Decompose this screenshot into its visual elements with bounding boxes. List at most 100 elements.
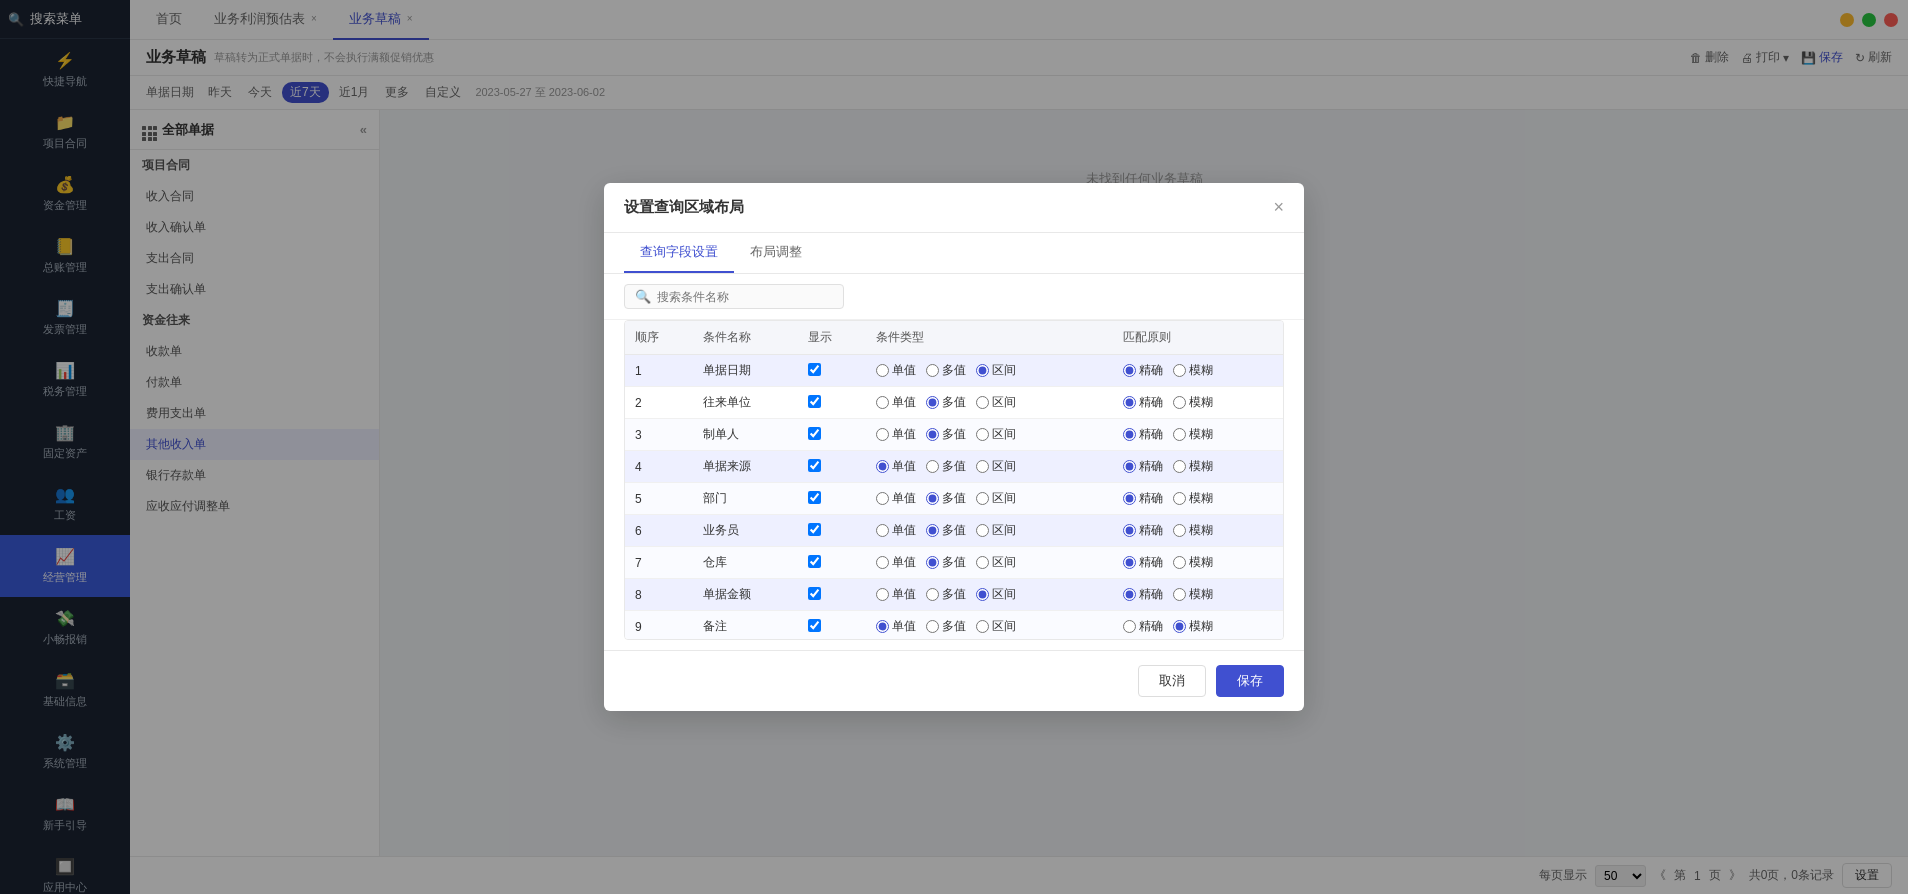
- show-checkbox-5[interactable]: [808, 491, 821, 504]
- cell-show-2[interactable]: [798, 387, 866, 419]
- cell-show-5[interactable]: [798, 483, 866, 515]
- cell-match-2[interactable]: 精确模糊: [1113, 387, 1283, 419]
- cell-type-1[interactable]: 单值多值区间: [866, 355, 1113, 387]
- type-radio-1-单值[interactable]: 单值: [876, 362, 916, 379]
- type-radio-5-区间[interactable]: 区间: [976, 490, 1016, 507]
- type-radio-8-多值[interactable]: 多值: [926, 586, 966, 603]
- match-radio-6-精确[interactable]: 精确: [1123, 522, 1163, 539]
- type-radio-9-区间[interactable]: 区间: [976, 618, 1016, 635]
- cancel-button[interactable]: 取消: [1138, 665, 1206, 697]
- cell-match-6[interactable]: 精确模糊: [1113, 515, 1283, 547]
- cell-type-3[interactable]: 单值多值区间: [866, 419, 1113, 451]
- show-checkbox-7[interactable]: [808, 555, 821, 568]
- type-radio-7-单值[interactable]: 单值: [876, 554, 916, 571]
- match-radio-6-模糊[interactable]: 模糊: [1173, 522, 1213, 539]
- cell-match-9[interactable]: 精确模糊: [1113, 611, 1283, 641]
- cell-seq-5: 5: [625, 483, 693, 515]
- cell-match-3[interactable]: 精确模糊: [1113, 419, 1283, 451]
- cell-type-2[interactable]: 单值多值区间: [866, 387, 1113, 419]
- type-radio-2-单值[interactable]: 单值: [876, 394, 916, 411]
- match-radio-7-模糊[interactable]: 模糊: [1173, 554, 1213, 571]
- match-radio-2-精确[interactable]: 精确: [1123, 394, 1163, 411]
- type-radio-9-多值[interactable]: 多值: [926, 618, 966, 635]
- cell-show-9[interactable]: [798, 611, 866, 641]
- match-radio-8-模糊[interactable]: 模糊: [1173, 586, 1213, 603]
- dialog-tab-query-fields[interactable]: 查询字段设置: [624, 233, 734, 273]
- cell-type-4[interactable]: 单值多值区间: [866, 451, 1113, 483]
- match-radio-4-模糊[interactable]: 模糊: [1173, 458, 1213, 475]
- type-radio-3-单值[interactable]: 单值: [876, 426, 916, 443]
- type-radio-5-多值[interactable]: 多值: [926, 490, 966, 507]
- cell-seq-3: 3: [625, 419, 693, 451]
- cell-show-4[interactable]: [798, 451, 866, 483]
- cell-show-1[interactable]: [798, 355, 866, 387]
- type-radio-8-区间[interactable]: 区间: [976, 586, 1016, 603]
- cell-seq-6: 6: [625, 515, 693, 547]
- type-radio-3-区间[interactable]: 区间: [976, 426, 1016, 443]
- type-radio-2-区间[interactable]: 区间: [976, 394, 1016, 411]
- cell-show-3[interactable]: [798, 419, 866, 451]
- config-row-5: 5部门单值多值区间精确模糊: [625, 483, 1283, 515]
- match-radio-3-模糊[interactable]: 模糊: [1173, 426, 1213, 443]
- cell-match-5[interactable]: 精确模糊: [1113, 483, 1283, 515]
- match-radio-8-精确[interactable]: 精确: [1123, 586, 1163, 603]
- config-row-3: 3制单人单值多值区间精确模糊: [625, 419, 1283, 451]
- type-radio-7-多值[interactable]: 多值: [926, 554, 966, 571]
- type-radio-4-单值[interactable]: 单值: [876, 458, 916, 475]
- cell-show-7[interactable]: [798, 547, 866, 579]
- search-input-wrap: 🔍: [624, 284, 844, 309]
- show-checkbox-3[interactable]: [808, 427, 821, 440]
- type-radio-8-单值[interactable]: 单值: [876, 586, 916, 603]
- show-checkbox-8[interactable]: [808, 587, 821, 600]
- type-radio-6-单值[interactable]: 单值: [876, 522, 916, 539]
- cell-show-6[interactable]: [798, 515, 866, 547]
- type-radio-9-单值[interactable]: 单值: [876, 618, 916, 635]
- match-radio-1-精确[interactable]: 精确: [1123, 362, 1163, 379]
- dialog-tab-layout[interactable]: 布局调整: [734, 233, 818, 273]
- match-radio-1-模糊[interactable]: 模糊: [1173, 362, 1213, 379]
- cell-match-7[interactable]: 精确模糊: [1113, 547, 1283, 579]
- type-radio-2-多值[interactable]: 多值: [926, 394, 966, 411]
- cell-name-5: 部门: [693, 483, 798, 515]
- cell-name-1: 单据日期: [693, 355, 798, 387]
- cell-match-1[interactable]: 精确模糊: [1113, 355, 1283, 387]
- dialog-close-button[interactable]: ×: [1273, 197, 1284, 218]
- cell-match-8[interactable]: 精确模糊: [1113, 579, 1283, 611]
- cell-match-4[interactable]: 精确模糊: [1113, 451, 1283, 483]
- dialog-save-button[interactable]: 保存: [1216, 665, 1284, 697]
- show-checkbox-4[interactable]: [808, 459, 821, 472]
- dialog-header: 设置查询区域布局 ×: [604, 183, 1304, 233]
- show-checkbox-9[interactable]: [808, 619, 821, 632]
- cell-type-6[interactable]: 单值多值区间: [866, 515, 1113, 547]
- match-radio-7-精确[interactable]: 精确: [1123, 554, 1163, 571]
- cell-type-5[interactable]: 单值多值区间: [866, 483, 1113, 515]
- type-radio-6-区间[interactable]: 区间: [976, 522, 1016, 539]
- show-checkbox-2[interactable]: [808, 395, 821, 408]
- type-radio-7-区间[interactable]: 区间: [976, 554, 1016, 571]
- show-checkbox-1[interactable]: [808, 363, 821, 376]
- cell-name-2: 往来单位: [693, 387, 798, 419]
- col-name: 条件名称: [693, 321, 798, 355]
- type-radio-4-多值[interactable]: 多值: [926, 458, 966, 475]
- match-radio-2-模糊[interactable]: 模糊: [1173, 394, 1213, 411]
- cell-type-8[interactable]: 单值多值区间: [866, 579, 1113, 611]
- match-radio-3-精确[interactable]: 精确: [1123, 426, 1163, 443]
- type-radio-1-多值[interactable]: 多值: [926, 362, 966, 379]
- cell-type-9[interactable]: 单值多值区间: [866, 611, 1113, 641]
- match-radio-5-精确[interactable]: 精确: [1123, 490, 1163, 507]
- type-radio-3-多值[interactable]: 多值: [926, 426, 966, 443]
- cell-seq-7: 7: [625, 547, 693, 579]
- type-radio-5-单值[interactable]: 单值: [876, 490, 916, 507]
- match-radio-9-精确[interactable]: 精确: [1123, 618, 1163, 635]
- cell-seq-9: 9: [625, 611, 693, 641]
- type-radio-6-多值[interactable]: 多值: [926, 522, 966, 539]
- match-radio-5-模糊[interactable]: 模糊: [1173, 490, 1213, 507]
- cell-show-8[interactable]: [798, 579, 866, 611]
- match-radio-4-精确[interactable]: 精确: [1123, 458, 1163, 475]
- cell-type-7[interactable]: 单值多值区间: [866, 547, 1113, 579]
- show-checkbox-6[interactable]: [808, 523, 821, 536]
- match-radio-9-模糊[interactable]: 模糊: [1173, 618, 1213, 635]
- type-radio-1-区间[interactable]: 区间: [976, 362, 1016, 379]
- type-radio-4-区间[interactable]: 区间: [976, 458, 1016, 475]
- condition-search-input[interactable]: [657, 290, 817, 304]
